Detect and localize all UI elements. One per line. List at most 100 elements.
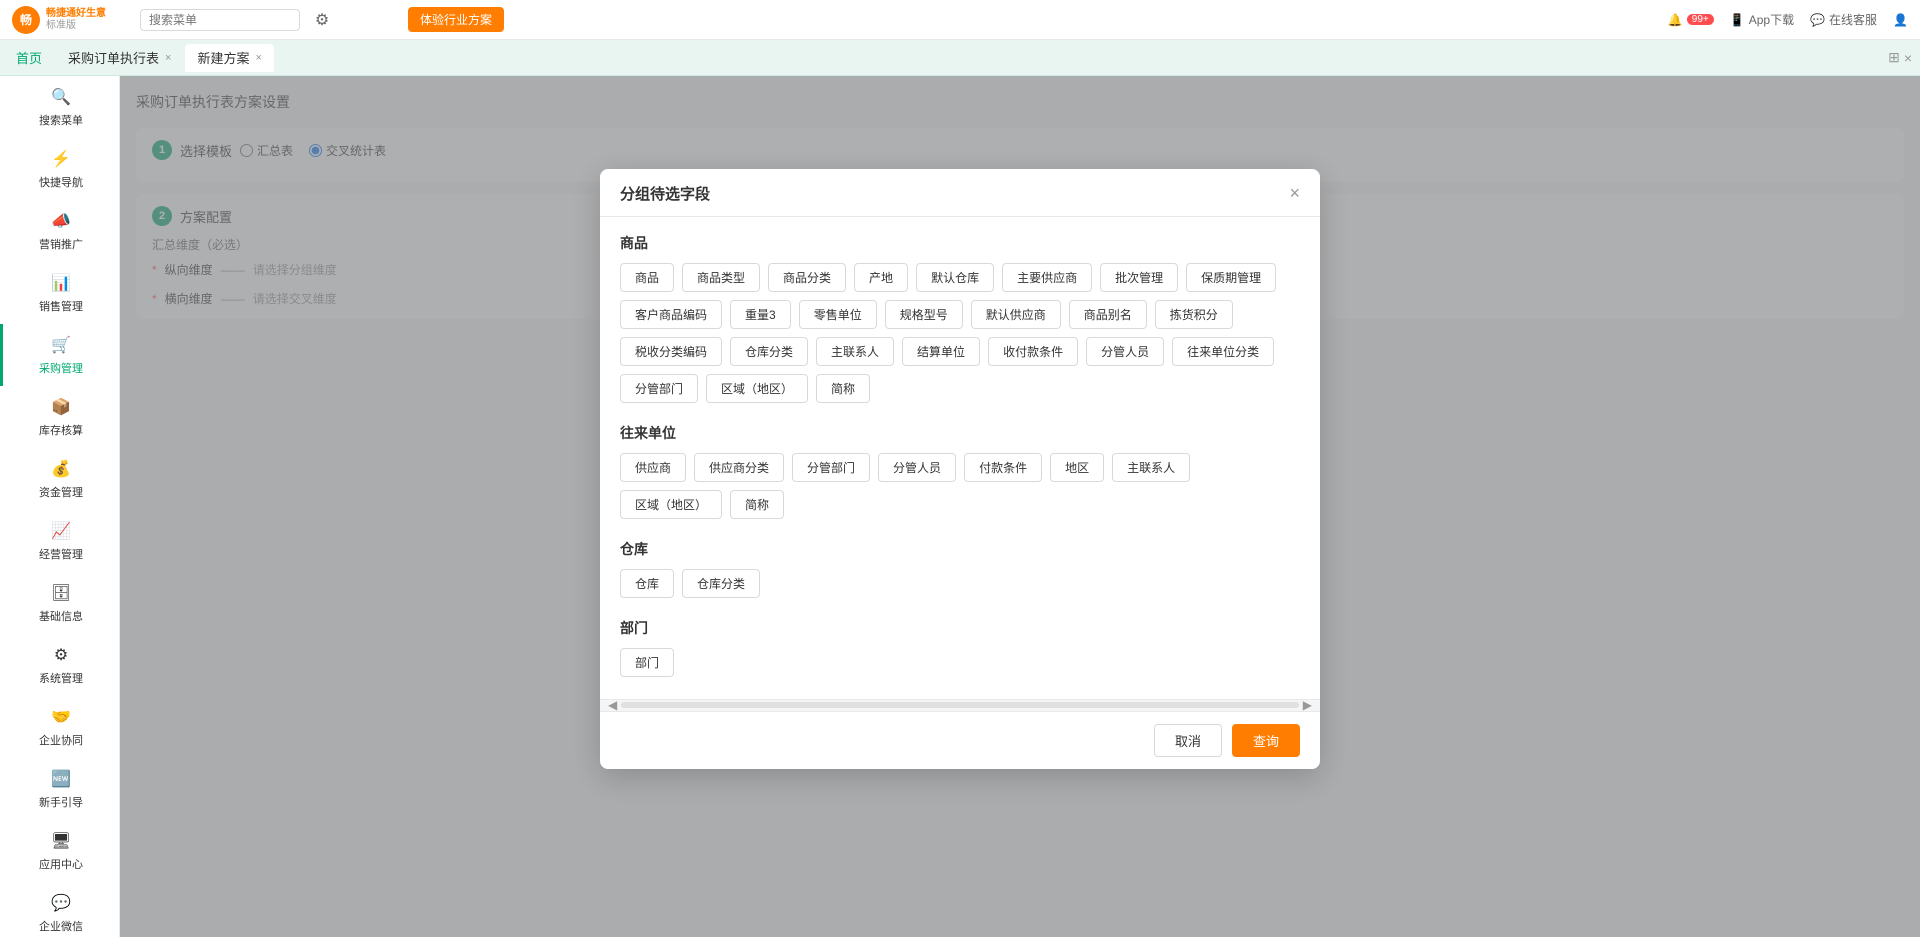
section-department-title: 部门 [620, 618, 1300, 638]
field-tag[interactable]: 商品 [620, 263, 674, 292]
field-tag[interactable]: 地区 [1050, 453, 1104, 482]
field-tag[interactable]: 主要供应商 [1002, 263, 1092, 292]
field-tag[interactable]: 商品分类 [768, 263, 846, 292]
purchase-icon: 🛒 [50, 334, 72, 356]
field-tag[interactable]: 重量3 [730, 300, 791, 329]
notification-item[interactable]: 🔔 99+ [1668, 13, 1714, 27]
sidebar-item-finance[interactable]: 💰 资金管理 [0, 448, 119, 510]
field-tag[interactable]: 仓库分类 [730, 337, 808, 366]
app-download-item[interactable]: 📱 App下载 [1730, 11, 1794, 28]
field-tag[interactable]: 部门 [620, 648, 674, 677]
sidebar-item-guide[interactable]: 🆕 新手引导 [0, 758, 119, 820]
sidebar-item-basic[interactable]: 🗄 基础信息 [0, 572, 119, 634]
field-tag[interactable]: 规格型号 [885, 300, 963, 329]
sidebar-item-inventory[interactable]: 📦 库存核算 [0, 386, 119, 448]
field-tag[interactable]: 保质期管理 [1186, 263, 1276, 292]
field-tag[interactable]: 往来单位分类 [1172, 337, 1274, 366]
tab-new-scheme[interactable]: 新建方案 × [185, 44, 273, 72]
section-warehouse: 仓库 仓库 仓库分类 [620, 539, 1300, 598]
scrollbar-track [621, 702, 1299, 708]
field-tag[interactable]: 税收分类编码 [620, 337, 722, 366]
field-tag[interactable]: 分管人员 [878, 453, 956, 482]
modal-body: 商品 商品 商品类型 商品分类 产地 默认仓库 主要供应商 批次管理 保质期管理… [600, 217, 1320, 699]
header-right: 🔔 99+ 📱 App下载 💬 在线客服 👤 [1668, 11, 1908, 28]
tab-close-new-scheme[interactable]: × [255, 52, 261, 64]
field-tag[interactable]: 主联系人 [816, 337, 894, 366]
cancel-button[interactable]: 取消 [1154, 724, 1222, 757]
tab-close-all-icon[interactable]: × [1904, 50, 1912, 66]
field-tag[interactable]: 区域（地区） [706, 374, 808, 403]
bell-icon: 🔔 [1668, 13, 1683, 27]
sidebar-item-search[interactable]: 🔍 搜索菜单 [0, 76, 119, 138]
tab-expand-icon[interactable]: ⊞ [1888, 49, 1900, 66]
field-tag[interactable]: 客户商品编码 [620, 300, 722, 329]
modal-title: 分组待选字段 [620, 183, 710, 204]
chat-icon: 💬 [1810, 13, 1825, 27]
partner-fields: 供应商 供应商分类 分管部门 分管人员 付款条件 地区 主联系人 区域（地区） … [620, 453, 1300, 519]
search-input[interactable] [140, 9, 300, 31]
logo-icon: 畅 [12, 6, 40, 34]
field-tag[interactable]: 分管部门 [620, 374, 698, 403]
sidebar-item-operations[interactable]: 📈 经营管理 [0, 510, 119, 572]
field-tag[interactable]: 零售单位 [799, 300, 877, 329]
sidebar-item-sales[interactable]: 📊 销售管理 [0, 262, 119, 324]
field-tag[interactable]: 批次管理 [1100, 263, 1178, 292]
header-search-area: ⚙ [140, 6, 400, 34]
field-tag[interactable]: 简称 [816, 374, 870, 403]
field-tag[interactable]: 结算单位 [902, 337, 980, 366]
tab-bar: 首页 采购订单执行表 × 新建方案 × ⊞ × [0, 40, 1920, 76]
field-tag[interactable]: 商品类型 [682, 263, 760, 292]
operations-icon: 📈 [50, 520, 72, 542]
search-icon: 🔍 [50, 86, 72, 108]
sidebar-item-marketing[interactable]: 📣 营销推广 [0, 200, 119, 262]
sidebar-item-wechat[interactable]: 💬 企业微信 [0, 882, 119, 937]
field-tag[interactable]: 商品别名 [1069, 300, 1147, 329]
field-tag[interactable]: 收付款条件 [988, 337, 1078, 366]
field-tag[interactable]: 拣货积分 [1155, 300, 1233, 329]
modal-horizontal-scrollbar[interactable]: ◀ ▶ [600, 699, 1320, 711]
field-tag[interactable]: 主联系人 [1112, 453, 1190, 482]
logo-text: 畅捷通好生意 标准版 [46, 8, 106, 32]
sidebar-item-system[interactable]: ⚙ 系统管理 [0, 634, 119, 696]
field-tag[interactable]: 付款条件 [964, 453, 1042, 482]
sidebar: 🔍 搜索菜单 ⚡ 快捷导航 📣 营销推广 📊 销售管理 🛒 采购管理 📦 库存核… [0, 76, 120, 937]
section-department: 部门 部门 [620, 618, 1300, 677]
gear-icon[interactable]: ⚙ [308, 6, 336, 34]
tab-home[interactable]: 首页 [4, 44, 54, 72]
field-tag[interactable]: 供应商 [620, 453, 686, 482]
sidebar-item-purchase[interactable]: 🛒 采购管理 [0, 324, 119, 386]
field-tag[interactable]: 供应商分类 [694, 453, 784, 482]
sidebar-item-apps[interactable]: 🖥 应用中心 [0, 820, 119, 882]
basic-icon: 🗄 [50, 582, 72, 604]
marketing-icon: 📣 [50, 210, 72, 232]
online-service-item[interactable]: 💬 在线客服 [1810, 11, 1877, 28]
sidebar-item-enterprise[interactable]: 🤝 企业协同 [0, 696, 119, 758]
field-tag[interactable]: 分管部门 [792, 453, 870, 482]
tab-close-purchase[interactable]: × [165, 52, 171, 64]
field-tag[interactable]: 产地 [854, 263, 908, 292]
field-tag[interactable]: 默认供应商 [971, 300, 1061, 329]
inventory-icon: 📦 [50, 396, 72, 418]
system-icon: ⚙ [50, 644, 72, 666]
sidebar-item-shortcut[interactable]: ⚡ 快捷导航 [0, 138, 119, 200]
field-tag[interactable]: 区域（地区） [620, 490, 722, 519]
wechat-icon: 💬 [50, 892, 72, 914]
section-warehouse-title: 仓库 [620, 539, 1300, 559]
tab-purchase-order[interactable]: 采购订单执行表 × [56, 44, 183, 72]
confirm-button[interactable]: 查询 [1232, 724, 1300, 757]
section-product: 商品 商品 商品类型 商品分类 产地 默认仓库 主要供应商 批次管理 保质期管理… [620, 233, 1300, 403]
field-tag[interactable]: 分管人员 [1086, 337, 1164, 366]
sales-icon: 📊 [50, 272, 72, 294]
notification-badge: 99+ [1687, 14, 1714, 25]
top-header: 畅 畅捷通好生意 标准版 ⚙ 体验行业方案 🔔 99+ 📱 App下载 💬 在线… [0, 0, 1920, 40]
modal-header: 分组待选字段 × [600, 169, 1320, 217]
field-tag[interactable]: 简称 [730, 490, 784, 519]
field-tag[interactable]: 默认仓库 [916, 263, 994, 292]
user-avatar[interactable]: 👤 [1893, 13, 1908, 27]
section-partner-title: 往来单位 [620, 423, 1300, 443]
field-tag[interactable]: 仓库 [620, 569, 674, 598]
modal-close-button[interactable]: × [1289, 184, 1300, 202]
field-tag[interactable]: 仓库分类 [682, 569, 760, 598]
trial-button[interactable]: 体验行业方案 [408, 7, 504, 32]
department-fields: 部门 [620, 648, 1300, 677]
